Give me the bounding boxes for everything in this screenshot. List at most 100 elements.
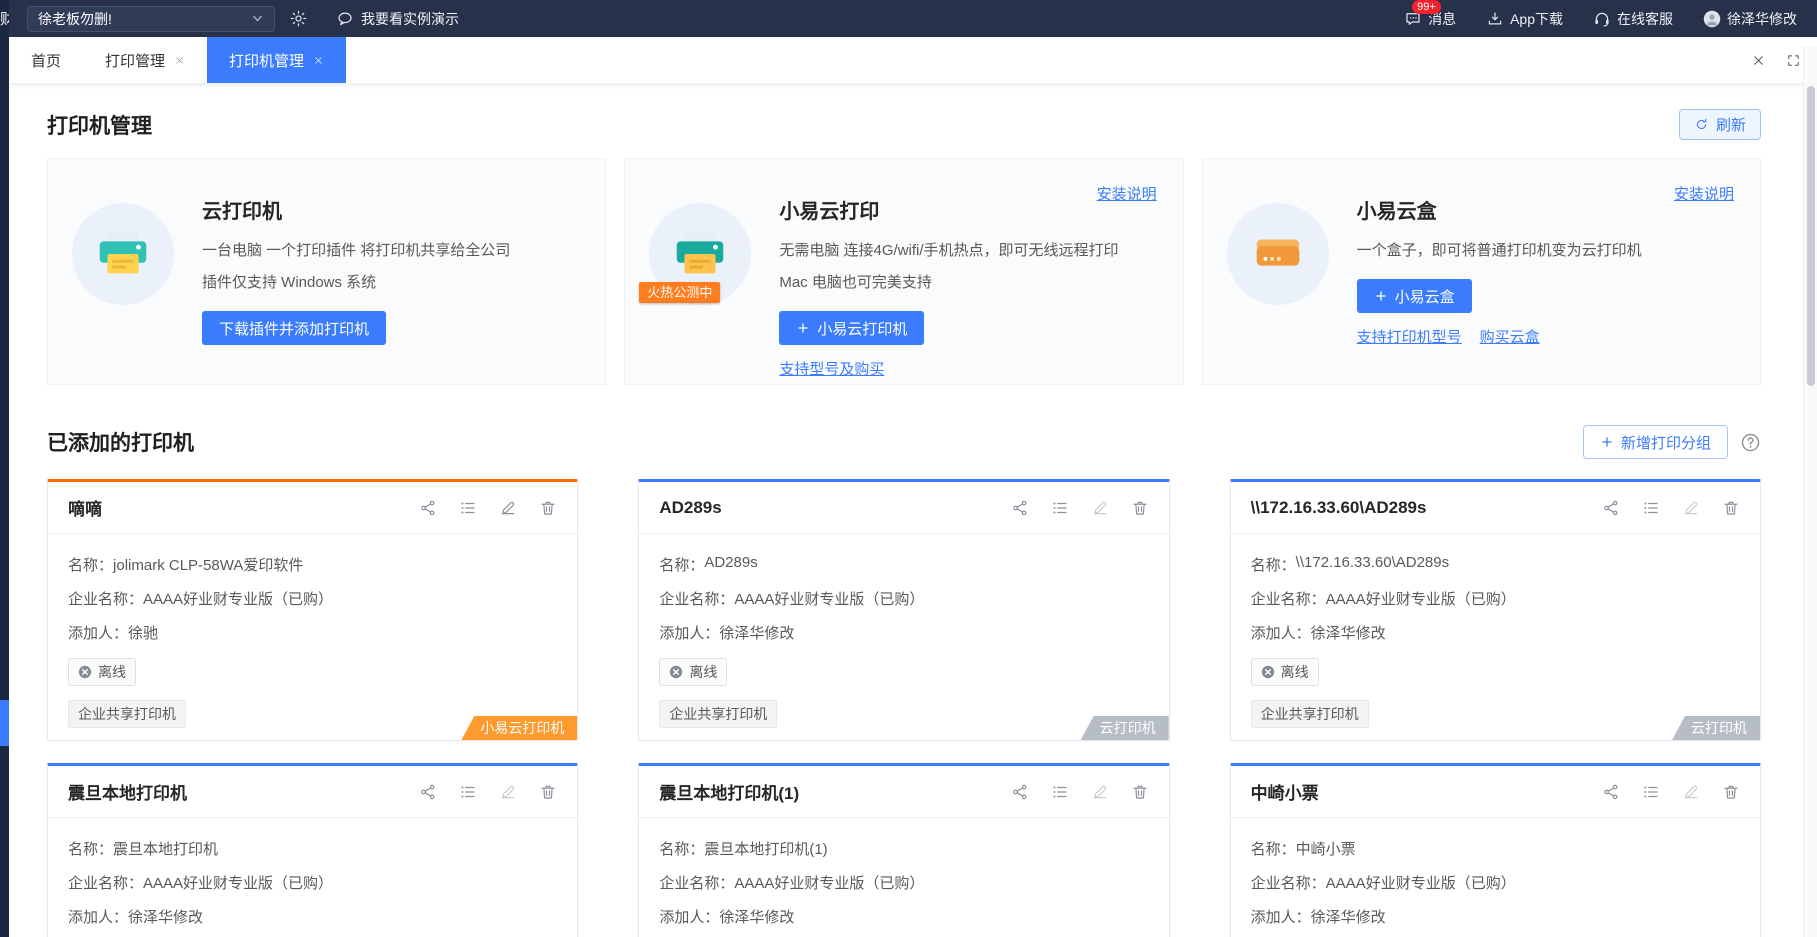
promo-card-xiaoyi-cloud-print: 安装说明 火热公测中 小易云打印 无需电脑 连接4G/wifi/手机热点，即可无… [624, 158, 1184, 385]
refresh-button[interactable]: 刷新 [1678, 109, 1761, 140]
printer-card: AD289s 名称： AD289s 企业名称： AAAA好业财专业版（已购） 添加人… [638, 479, 1170, 741]
demo-link-label: 我要看实例演示 [361, 10, 459, 27]
delete-icon[interactable] [1722, 499, 1740, 517]
share-icon[interactable] [1011, 783, 1029, 801]
printer-card-header: 嘀嘀 [48, 482, 578, 534]
plus-icon [1374, 289, 1388, 303]
shared-printer-tag: 企业共享打印机 [659, 700, 778, 728]
help-icon[interactable] [1740, 432, 1761, 453]
printer-card-actions [419, 499, 557, 517]
section-title: 已添加的打印机 [47, 432, 194, 455]
share-icon[interactable] [1011, 499, 1029, 517]
field-label: 添加人： [659, 625, 720, 642]
printer-card: 震旦本地打印机 名称： 震旦本地打印机 企业名称： AAAA好业财专业版（已购） 添… [47, 763, 579, 937]
share-icon[interactable] [419, 783, 437, 801]
status-badge: 离线 [68, 658, 136, 686]
list-icon[interactable] [459, 783, 477, 801]
company-select[interactable]: 徐老板勿删! [27, 5, 275, 32]
cloud-box-icon [1247, 223, 1309, 285]
edit-icon[interactable] [1682, 783, 1700, 801]
list-icon[interactable] [1642, 499, 1660, 517]
demo-link[interactable]: 我要看实例演示 [336, 9, 459, 29]
install-guide-link[interactable]: 安装说明 [1097, 183, 1157, 204]
status-badge: 离线 [1250, 658, 1319, 686]
delete-icon[interactable] [539, 499, 557, 517]
app-download-button[interactable]: App下载 [1486, 9, 1563, 29]
messages-badge: 99+ [1412, 0, 1441, 14]
edit-icon[interactable] [499, 783, 517, 801]
page-title: 打印机管理 [47, 114, 152, 138]
tab-close-icon[interactable] [174, 55, 185, 66]
printer-card-title: 震旦本地打印机 [68, 784, 187, 803]
button-label: 下载插件并添加打印机 [219, 320, 370, 338]
field-value: AAAA好业财专业版（已购） [734, 591, 925, 608]
tab-close-icon[interactable] [313, 55, 324, 66]
list-icon[interactable] [1051, 783, 1069, 801]
printer-card-body: 名称： 震旦本地打印机 企业名称： AAAA好业财专业版（已购） 添加人： 徐泽华修改… [48, 818, 577, 937]
collapsed-sidebar[interactable]: 财 [0, 0, 9, 937]
promo-card-cloud-printer: 云打印机 一台电脑 一个打印插件 将打印机共享给全公司 插件仅支持 Window… [47, 158, 607, 385]
list-icon[interactable] [1051, 499, 1069, 517]
printer-card: 中崎小票 名称： 中崎小票 企业名称： AAAA好业财专业版（已购） 添加人： 徐泽华… [1229, 763, 1761, 937]
edit-icon[interactable] [1091, 783, 1109, 801]
promo-line: 一台电脑 一个打印插件 将打印机共享给全公司 [202, 242, 511, 259]
field-label: 名称： [68, 841, 114, 858]
delete-icon[interactable] [1131, 499, 1149, 517]
shared-printer-tag: 企业共享打印机 [1250, 700, 1369, 728]
buy-cloud-box-link[interactable]: 购买云盒 [1480, 326, 1540, 347]
scrollbar-thumb[interactable] [1807, 86, 1815, 386]
user-menu[interactable]: 徐泽华修改 [1703, 9, 1797, 29]
download-plugin-button[interactable]: 下载插件并添加打印机 [202, 311, 387, 345]
app-logo: 财 [0, 11, 9, 28]
delete-icon[interactable] [1722, 783, 1740, 801]
add-cloud-printer-button[interactable]: 小易云打印机 [779, 311, 925, 345]
install-guide-link[interactable]: 安装说明 [1674, 183, 1734, 204]
printer-card-actions [1602, 499, 1740, 517]
delete-icon[interactable] [539, 783, 557, 801]
user-name: 徐泽华修改 [1727, 10, 1797, 27]
field-value: 徐驰 [128, 625, 159, 642]
field-label: 添加人： [1250, 625, 1311, 642]
promo-line: 插件仅支持 Windows 系统 [202, 274, 377, 291]
close-all-tabs-icon[interactable] [1751, 53, 1766, 68]
share-icon[interactable] [419, 499, 437, 517]
fullscreen-icon[interactable] [1786, 53, 1801, 68]
customer-service-button[interactable]: 在线客服 [1593, 9, 1673, 29]
edit-icon[interactable] [1091, 499, 1109, 517]
edit-icon[interactable] [1682, 499, 1700, 517]
button-label: 小易云盒 [1394, 288, 1455, 306]
field-label: 名称： [1250, 841, 1296, 858]
printer-card-header: AD289s [639, 482, 1169, 534]
share-icon[interactable] [1602, 783, 1620, 801]
gear-icon[interactable] [289, 9, 308, 28]
delete-icon[interactable] [1131, 783, 1149, 801]
offline-icon [1261, 665, 1275, 679]
vertical-scrollbar[interactable] [1803, 46, 1817, 937]
messages-button[interactable]: 99+ 消息 [1404, 0, 1456, 29]
add-print-group-button[interactable]: 新增打印分组 [1582, 425, 1728, 459]
add-cloud-box-button[interactable]: 小易云盒 [1356, 279, 1472, 313]
printer-card-title: 震旦本地打印机(1) [659, 784, 800, 803]
list-icon[interactable] [459, 499, 477, 517]
printer-card-title: AD289s [659, 497, 722, 517]
refresh-label: 刷新 [1715, 117, 1746, 134]
button-label: 小易云打印机 [817, 320, 908, 338]
field-value: 震旦本地打印机(1) [704, 841, 828, 858]
supported-printer-models-link[interactable]: 支持打印机型号 [1357, 326, 1462, 347]
tab-print-management[interactable]: 打印管理 [83, 37, 207, 83]
printer-card-title: 中崎小票 [1250, 784, 1319, 803]
edit-icon[interactable] [499, 499, 517, 517]
supported-models-link[interactable]: 支持型号及购买 [779, 358, 884, 379]
field-value: \\172.16.33.60\AD289s [1295, 554, 1450, 571]
offline-icon [78, 665, 92, 679]
field-label: 添加人： [659, 909, 720, 926]
printer-card-title: 嘀嘀 [68, 500, 102, 519]
list-icon[interactable] [1642, 783, 1660, 801]
tab-home[interactable]: 首页 [9, 37, 83, 83]
promo-body: 小易云打印 无需电脑 连接4G/wifi/手机热点，即可无线远程打印 Mac 电… [779, 189, 1158, 384]
share-icon[interactable] [1602, 499, 1620, 517]
field-label: 添加人： [68, 909, 129, 926]
promo-links: 支持打印机型号 购买云盒 [1357, 326, 1736, 347]
printer-card-header: 震旦本地打印机 [48, 766, 578, 818]
tab-printer-management[interactable]: 打印机管理 [207, 37, 347, 83]
